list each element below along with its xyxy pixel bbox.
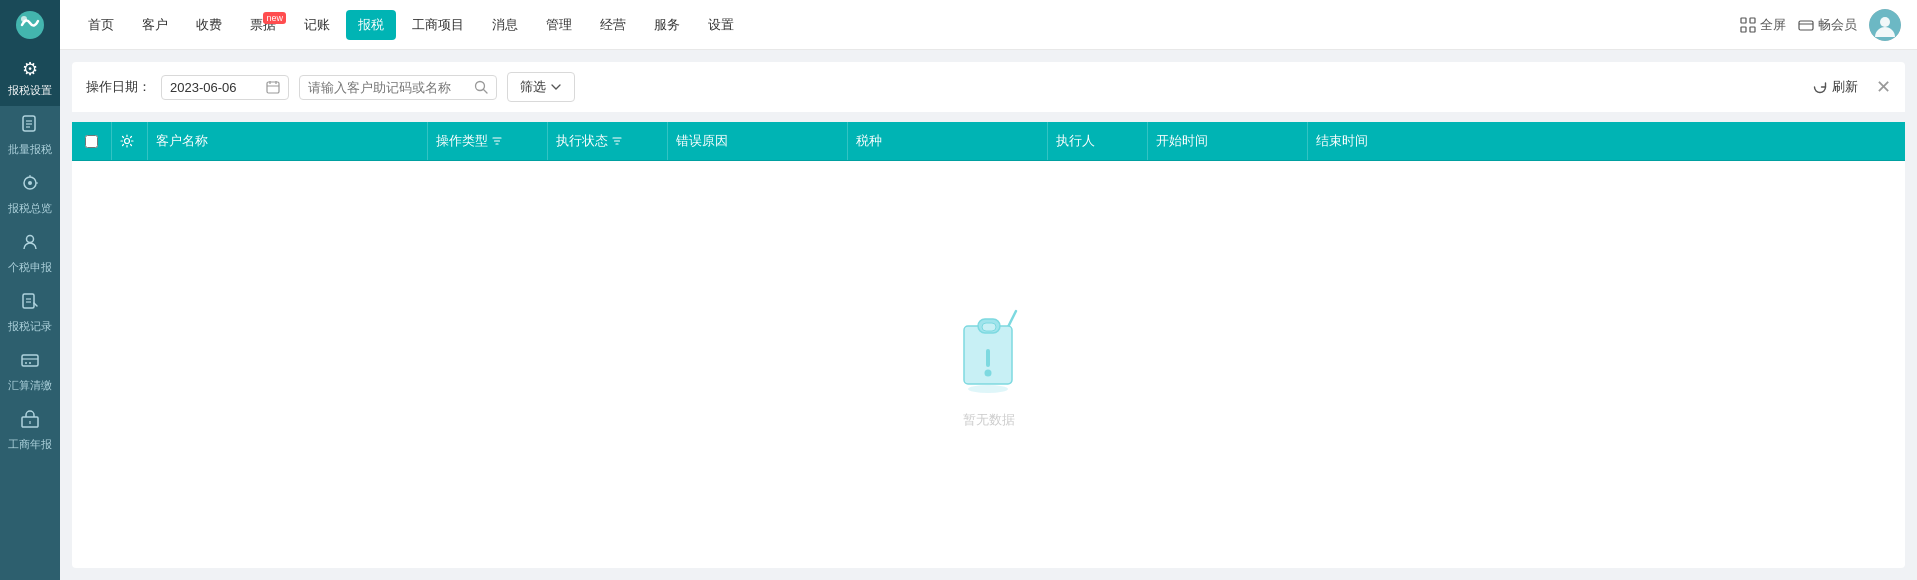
topnav-item-shoufei[interactable]: 收费: [184, 10, 234, 40]
th-executor: 执行人: [1048, 122, 1148, 160]
search-icon[interactable]: [474, 80, 488, 94]
svg-point-41: [968, 385, 1008, 393]
chevron-down-icon: [550, 81, 562, 93]
th-customer-name: 客户名称: [148, 122, 428, 160]
calendar-icon: [266, 80, 280, 94]
filter-date-label: 操作日期：: [86, 78, 151, 96]
sidebar-item-huisuan-jiaona[interactable]: 汇算清缴: [0, 342, 60, 401]
refresh-icon: [1812, 79, 1828, 95]
topnav-item-jizhang[interactable]: 记账: [292, 10, 342, 40]
svg-point-7: [28, 181, 32, 185]
table-header: 客户名称 操作类型 执行状态 错误原因 税种 执行人 开始时间 结束: [72, 122, 1905, 161]
svg-rect-21: [1750, 18, 1755, 23]
empty-clipboard-icon: [944, 301, 1034, 401]
sidebar-item-gongshang-nianbao[interactable]: 工商年报: [0, 401, 60, 460]
sidebar-logo[interactable]: [0, 0, 60, 50]
th-start-time: 开始时间: [1148, 122, 1308, 160]
th-settings: [112, 122, 148, 160]
geshui-shenbao-icon: [20, 232, 40, 257]
svg-rect-14: [22, 355, 38, 366]
table-body: 暂无数据: [72, 161, 1905, 568]
topnav-item-fuwu[interactable]: 服务: [642, 10, 692, 40]
th-error-reason: 错误原因: [668, 122, 848, 160]
filter-icon: [492, 136, 502, 146]
svg-rect-20: [1741, 18, 1746, 23]
sidebar-item-geshui-shenbao[interactable]: 个税申报: [0, 224, 60, 283]
baoshui-zonglan-icon: [20, 173, 40, 198]
settings-icon[interactable]: [120, 134, 134, 148]
topnav-items: 首页 客户 收费 票据 new 记账 报税 工商项目 消息 管理 经营 服务 设…: [76, 10, 1740, 40]
svg-point-1: [21, 16, 27, 22]
search-wrapper[interactable]: [299, 75, 497, 100]
fullscreen-btn[interactable]: 全屏: [1740, 16, 1786, 34]
baoshui-jilu-icon: [20, 291, 40, 316]
main-wrapper: 首页 客户 收费 票据 new 记账 报税 工商项目 消息 管理 经营 服务 设…: [60, 0, 1917, 580]
filter-button[interactable]: 筛选: [507, 72, 575, 102]
topnav-item-guanli[interactable]: 管理: [534, 10, 584, 40]
svg-rect-28: [267, 82, 279, 93]
topnav-item-jingying[interactable]: 经营: [588, 10, 638, 40]
baoshui-shezhi-icon: ⚙: [22, 58, 38, 80]
vip-icon: [1798, 17, 1814, 33]
content-area: 操作日期： 筛选: [60, 50, 1917, 580]
table-wrapper: 客户名称 操作类型 执行状态 错误原因 税种 执行人 开始时间 结束: [72, 122, 1905, 568]
th-tax-type: 税种: [848, 122, 1048, 160]
svg-rect-38: [982, 323, 996, 331]
sidebar-item-baoshui-jilu[interactable]: 报税记录: [0, 283, 60, 342]
svg-rect-22: [1741, 27, 1746, 32]
search-input[interactable]: [308, 80, 468, 95]
topnav-item-shezhi[interactable]: 设置: [696, 10, 746, 40]
topnav: 首页 客户 收费 票据 new 记账 报税 工商项目 消息 管理 经营 服务 设…: [60, 0, 1917, 50]
filter-icon-2: [612, 136, 622, 146]
empty-text: 暂无数据: [963, 411, 1015, 429]
svg-rect-23: [1750, 27, 1755, 32]
th-end-time: 结束时间: [1308, 122, 1448, 160]
date-picker[interactable]: [161, 75, 289, 100]
svg-rect-11: [23, 294, 34, 308]
sidebar: ⚙ 报税设置 批量报税 报税总览: [0, 0, 60, 580]
close-button[interactable]: ✕: [1876, 76, 1891, 98]
svg-point-16: [25, 362, 27, 364]
svg-line-33: [484, 90, 488, 94]
svg-point-17: [29, 362, 31, 364]
gongshang-nianbao-icon: [20, 409, 40, 434]
sidebar-item-baoshui-shezhi[interactable]: ⚙ 报税设置: [0, 50, 60, 106]
svg-rect-24: [1799, 21, 1813, 30]
svg-rect-40: [986, 349, 990, 367]
th-exec-status[interactable]: 执行状态: [548, 122, 668, 160]
empty-illustration: 暂无数据: [944, 301, 1034, 429]
th-operation-type[interactable]: 操作类型: [428, 122, 548, 160]
sidebar-item-baoshui-zonglan[interactable]: 报税总览: [0, 165, 60, 224]
date-input[interactable]: [170, 80, 260, 95]
svg-point-27: [1880, 17, 1890, 27]
sidebar-item-piliang-baoshui[interactable]: 批量报税: [0, 106, 60, 165]
topnav-item-home[interactable]: 首页: [76, 10, 126, 40]
topnav-item-gongshang[interactable]: 工商项目: [400, 10, 476, 40]
vip-btn[interactable]: 畅会员: [1798, 16, 1857, 34]
huisuan-jiaona-icon: [20, 350, 40, 375]
th-checkbox[interactable]: [72, 122, 112, 160]
user-avatar[interactable]: [1869, 9, 1901, 41]
select-all-checkbox[interactable]: [85, 135, 98, 148]
piliang-baoshui-icon: [20, 114, 40, 139]
topnav-item-baoshui[interactable]: 报税: [346, 10, 396, 40]
piao-badge: new: [263, 12, 286, 25]
topnav-item-customer[interactable]: 客户: [130, 10, 180, 40]
fullscreen-icon: [1740, 17, 1756, 33]
svg-point-10: [27, 236, 34, 243]
filter-bar: 操作日期： 筛选: [72, 62, 1905, 112]
refresh-button[interactable]: 刷新: [1812, 78, 1858, 96]
topnav-item-piao[interactable]: 票据 new: [238, 10, 288, 40]
topnav-item-xiaoxi[interactable]: 消息: [480, 10, 530, 40]
svg-point-34: [125, 139, 130, 144]
svg-point-39: [984, 369, 991, 376]
topnav-right: 全屏 畅会员: [1740, 9, 1901, 41]
